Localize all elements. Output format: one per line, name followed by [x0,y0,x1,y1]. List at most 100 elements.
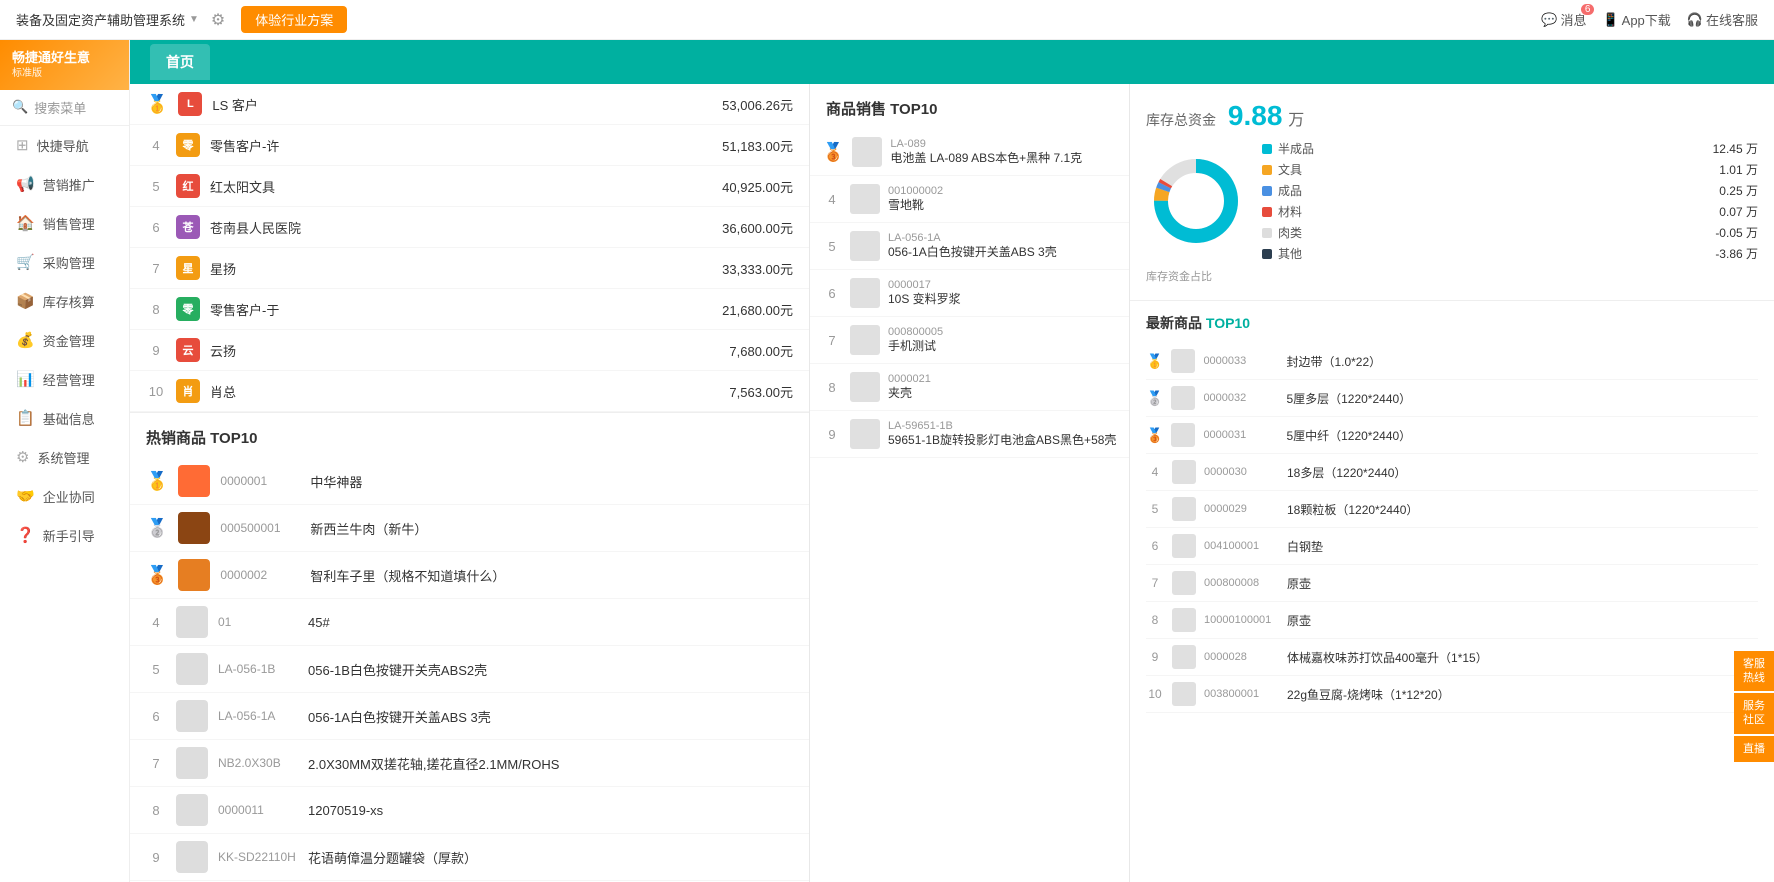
app-download[interactable]: 📱 App下载 [1602,10,1670,29]
operations-icon: 📊 [16,370,35,388]
basic-info-icon: 📋 [16,409,35,427]
system-selector[interactable]: 装备及固定资产辅助管理系统 ▼ [16,10,199,29]
legend-dot-3 [1262,207,1272,217]
latest-img-5 [1172,497,1196,521]
latest-name-8: 原壶 [1287,612,1758,629]
sidebar: 畅捷通好生意 标准版 🔍 搜索菜单 ⊞ 快捷导航 📢 营销推广 🏠 销售管理 🛒… [0,40,130,882]
guide-icon: ❓ [16,526,35,544]
sidebar-label-system: 系统管理 [37,448,89,467]
legend-label-4: 肉类 [1278,224,1709,241]
prod-desc-3: 电池盖 LA-089 ABS本色+黑种 7.1克 [890,150,1117,167]
message-icon: 💬 [1541,12,1557,28]
customer-name-4: 零售客户-许 [210,136,712,155]
customer-amount-9: 7,680.00元 [729,341,793,360]
sidebar-item-finance[interactable]: 💰 资金管理 [0,321,129,360]
product-sale-3: 🥉 LA-089 电池盖 LA-089 ABS本色+黑种 7.1克 [810,129,1129,176]
legend-dot-2 [1262,186,1272,196]
product-sale-5: 5 LA-056-1A 056-1A白色按键开关盖ABS 3壳 [810,223,1129,270]
trial-button[interactable]: 体验行业方案 [241,6,347,33]
hot-bronze-icon: 🥉 [146,565,168,586]
sidebar-label-finance: 资金管理 [43,331,95,350]
latest-silver: 🥈 [1146,390,1163,407]
prod-info-7: 000800005 手机测试 [888,326,1117,355]
sidebar-item-navigation[interactable]: ⊞ 快捷导航 [0,126,129,165]
donut-chart [1146,151,1246,251]
latest-name-9: 体械嘉枚味苏打饮品400毫升（1*15） [1287,649,1758,666]
legend-dot-0 [1262,144,1272,154]
service-community-button[interactable]: 服务社区 [1734,693,1774,734]
prod-code-4: 001000002 [888,185,1117,197]
hot-product-9: 9 KK-SD22110H 花语萌傽温分题罐袋（厚款） [130,834,809,881]
customer-avatar-6: 苍 [176,215,200,239]
sidebar-label-collaboration: 企业协同 [43,487,95,506]
customer-amount-1: 53,006.26元 [722,95,793,114]
sidebar-label-navigation: 快捷导航 [37,136,89,155]
sidebar-item-marketing[interactable]: 📢 营销推广 [0,165,129,204]
sidebar-item-collaboration[interactable]: 🤝 企业协同 [0,477,129,516]
latest-item-7: 7 000800008 原壶 [1146,565,1758,602]
latest-bronze: 🥉 [1146,427,1163,444]
message-badge[interactable]: 💬 消息 6 [1541,10,1586,29]
customer-item-1: 🥇 L LS 客户 53,006.26元 [130,84,809,125]
hot-product-5: 5 LA-056-1B 056-1B白色按键开关壳ABS2壳 [130,646,809,693]
sidebar-label-inventory: 库存核算 [43,292,95,311]
float-service: 客服热线 服务社区 直播 [1734,651,1774,762]
live-button[interactable]: 直播 [1734,736,1774,762]
customer-name-7: 星扬 [210,259,712,278]
latest-gold: 🥇 [1146,353,1163,370]
sidebar-item-purchase[interactable]: 🛒 采购管理 [0,243,129,282]
rank-4: 4 [146,138,166,153]
product-sale-6: 6 0000017 10S 变料罗浆 [810,270,1129,317]
customer-amount-7: 33,333.00元 [722,259,793,278]
hot-img-9 [176,841,208,873]
hot-img-2 [178,512,210,544]
latest-code-10: 003800001 [1204,688,1279,700]
latest-code-6: 004100001 [1204,540,1279,552]
legend-label-3: 材料 [1278,203,1713,220]
hot-product-1: 🥇 0000001 中华神器 [130,458,809,505]
prod-bronze-icon: 🥉 [822,142,844,163]
legend-item-3: 材料 0.07 万 [1262,203,1758,220]
sidebar-item-system[interactable]: ⚙ 系统管理 [0,438,129,477]
sidebar-item-basic-info[interactable]: 📋 基础信息 [0,399,129,438]
search-menu[interactable]: 🔍 搜索菜单 [0,90,129,126]
hot-img-1 [178,465,210,497]
latest-title: 最新商品 TOP10 [1146,313,1758,333]
sidebar-item-guide[interactable]: ❓ 新手引导 [0,516,129,555]
legend-label-2: 成品 [1278,182,1713,199]
latest-item-6: 6 004100001 白钢垫 [1146,528,1758,565]
prod-info-3: LA-089 电池盖 LA-089 ABS本色+黑种 7.1克 [890,138,1117,167]
legend-value-0: 12.45 万 [1713,140,1758,157]
legend-dot-1 [1262,165,1272,175]
online-service[interactable]: 🎧 在线客服 [1687,10,1758,29]
rank-6: 6 [146,220,166,235]
gear-button[interactable]: ⚙ [211,10,225,30]
customer-avatar-4: 零 [176,133,200,157]
prod-desc-4: 雪地靴 [888,197,1117,214]
hot-img-8 [176,794,208,826]
product-sale-4: 4 001000002 雪地靴 [810,176,1129,223]
customer-item-8: 8 零 零售客户-于 21,680.00元 [130,289,809,330]
customer-service-button[interactable]: 客服热线 [1734,651,1774,692]
latest-code-7: 000800008 [1204,577,1279,589]
prod-img-3 [852,137,882,167]
prod-img-8 [850,372,880,402]
hot-img-6 [176,700,208,732]
prod-img-5 [850,231,880,261]
hot-code-1: 0000001 [220,474,300,488]
sidebar-item-operations[interactable]: 📊 经营管理 [0,360,129,399]
latest-item-5: 5 0000029 18颗粒板（1220*2440） [1146,491,1758,528]
prod-img-6 [850,278,880,308]
chart-area: 半成品 12.45 万 文具 1.01 万 成品 0 [1146,140,1758,262]
hot-silver-icon: 🥈 [146,518,168,539]
system-icon: ⚙ [16,448,29,466]
service-icon: 🎧 [1687,12,1703,28]
home-tab[interactable]: 首页 [150,44,210,80]
sidebar-item-inventory[interactable]: 📦 库存核算 [0,282,129,321]
customer-name-10: 肖总 [210,382,719,401]
sidebar-item-sales[interactable]: 🏠 销售管理 [0,204,129,243]
hot-product-6: 6 LA-056-1A 056-1A白色按键开关盖ABS 3壳 [130,693,809,740]
legend-value-2: 0.25 万 [1719,182,1758,199]
latest-img-7 [1172,571,1196,595]
prod-code-3: LA-089 [890,138,1117,150]
